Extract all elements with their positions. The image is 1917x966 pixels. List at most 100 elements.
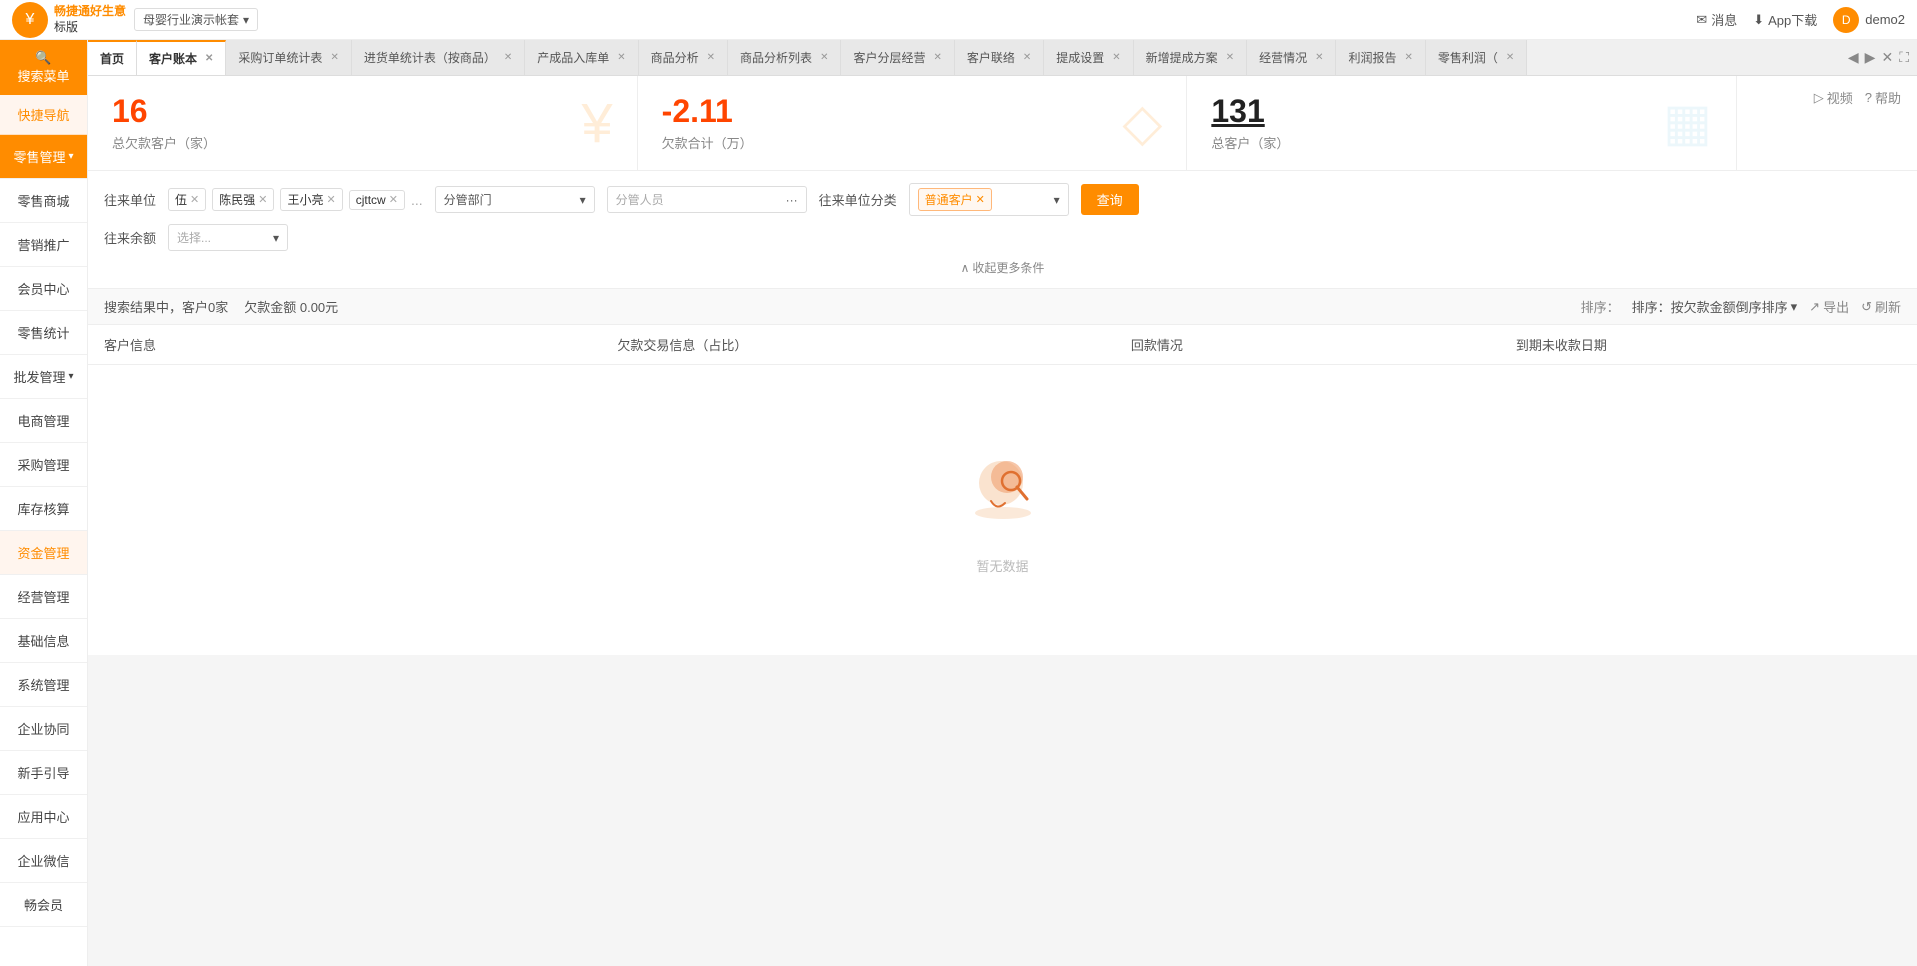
tab-customer-layer[interactable]: 客户分层经营 ✕ (841, 40, 954, 76)
unit-tags-more[interactable]: ... (411, 192, 423, 208)
collapse-btn[interactable]: ∧ 收起更多条件 (104, 259, 1901, 276)
sidebar-item-quick-nav[interactable]: 快捷导航 (0, 95, 87, 135)
unit-category-filter[interactable]: 普通客户 ✕ ▾ (909, 183, 1069, 216)
tab-customer-account[interactable]: 客户账本 ✕ (137, 40, 226, 76)
dept-filter-select[interactable]: 分管部门 ▾ (435, 186, 595, 213)
query-button[interactable]: 查询 (1081, 184, 1139, 215)
chevron-icon: ▾ (68, 151, 73, 162)
messages-label: 消息 (1711, 10, 1737, 29)
user-avatar: D (1833, 7, 1859, 33)
sidebar-item-enterprise-wechat[interactable]: 企业微信 (0, 839, 87, 883)
sidebar-item-operations-mgmt[interactable]: 经营管理 (0, 575, 87, 619)
tab-operations[interactable]: 经营情况 ✕ (1247, 40, 1336, 76)
unit-category-tag-close[interactable]: ✕ (976, 193, 985, 206)
sidebar-item-purchase[interactable]: 采购管理 (0, 443, 87, 487)
sidebar-item-retail-mall[interactable]: 零售商城 (0, 179, 87, 223)
table-col-repayment: 回款情况 (1131, 335, 1516, 354)
main-layout: 🔍 搜索菜单 快捷导航 零售管理 ▾ 零售商城 营销推广 会员中心 零售统计 批… (0, 40, 1917, 966)
results-bar: 搜索结果中，客户0家 欠款金额 0.00元 排序： 排序：按欠款金额倒序排序 ▾… (88, 289, 1917, 325)
tab-close-profit-report[interactable]: ✕ (1405, 52, 1413, 63)
export-btn[interactable]: ↗ 导出 (1809, 297, 1849, 316)
tab-close-purchase-order[interactable]: ✕ (330, 52, 338, 63)
results-bar-right: 排序： 排序：按欠款金额倒序排序 ▾ ↗ 导出 ↺ 刷新 (1581, 297, 1901, 316)
sidebar-item-app-center[interactable]: 应用中心 (0, 795, 87, 839)
refresh-btn[interactable]: ↺ 刷新 (1861, 297, 1901, 316)
sidebar-item-vip-member[interactable]: 畅会员 (0, 883, 87, 927)
unit-tag-1-close[interactable]: ✕ (190, 193, 199, 206)
sidebar-item-basic-info[interactable]: 基础信息 (0, 619, 87, 663)
tab-close-customer-account[interactable]: ✕ (205, 53, 213, 64)
tab-retail-profit[interactable]: 零售利润（ ✕ (1426, 40, 1527, 76)
table-header: 客户信息 欠款交易信息（占比） 回款情况 到期未收款日期 (88, 325, 1917, 365)
sidebar-item-enterprise-collab[interactable]: 企业协同 (0, 707, 87, 751)
tab-close-product-analysis-list[interactable]: ✕ (820, 52, 828, 63)
video-btn[interactable]: ▷ 视频 (1814, 88, 1853, 107)
table-area: 客户信息 欠款交易信息（占比） 回款情况 到期未收款日期 (88, 325, 1917, 655)
tab-promotion-settings[interactable]: 提成设置 ✕ (1044, 40, 1133, 76)
tab-close-operations[interactable]: ✕ (1315, 52, 1323, 63)
tab-expand-icon[interactable]: ⛶ (1899, 49, 1909, 66)
sidebar-item-ecommerce[interactable]: 电商管理 (0, 399, 87, 443)
tab-prev-icon[interactable]: ◀ (1848, 49, 1859, 66)
sidebar-item-finance[interactable]: 资金管理 (0, 531, 87, 575)
tab-close-new-promotion[interactable]: ✕ (1226, 52, 1234, 63)
tab-close-product-analysis[interactable]: ✕ (707, 52, 715, 63)
tab-new-promotion[interactable]: 新增提成方案 ✕ (1134, 40, 1247, 76)
sidebar-item-retail[interactable]: 零售管理 ▾ (0, 135, 87, 179)
help-btn[interactable]: ? 帮助 (1865, 88, 1901, 107)
results-bar-left: 搜索结果中，客户0家 欠款金额 0.00元 (104, 297, 338, 316)
sidebar-item-wholesale[interactable]: 批发管理 ▾ (0, 355, 87, 399)
tab-customer-layer-label: 客户分层经营 (853, 49, 925, 66)
sidebar-ecommerce-label: 电商管理 (17, 414, 69, 429)
tab-home-label: 首页 (100, 50, 124, 67)
balance-dropdown-icon: ▾ (273, 231, 279, 245)
account-selector[interactable]: 母婴行业演示帐套 ▾ (134, 8, 258, 31)
tab-profit-report-label: 利润报告 (1348, 49, 1396, 66)
tab-controls: ◀ ▶ ✕ ⛶ (1840, 49, 1917, 66)
sidebar-item-search[interactable]: 🔍 搜索菜单 (0, 40, 87, 95)
app-download-btn[interactable]: ⬇ App下载 (1753, 10, 1817, 29)
unit-tag-1: 伍 ✕ (168, 188, 206, 211)
sidebar-item-member[interactable]: 会员中心 (0, 267, 87, 311)
sidebar-item-inventory[interactable]: 库存核算 (0, 487, 87, 531)
table-col-customer-info: 客户信息 (104, 335, 617, 354)
tab-purchase-stats[interactable]: 进货单统计表（按商品） ✕ (352, 40, 525, 76)
unit-tag-4-close[interactable]: ✕ (389, 193, 398, 206)
tab-product-analysis[interactable]: 商品分析 ✕ (639, 40, 728, 76)
logo-sub-text: 标版 (54, 20, 126, 36)
unit-tag-2-close[interactable]: ✕ (258, 193, 267, 206)
tab-purchase-order[interactable]: 采购订单统计表 ✕ (226, 40, 351, 76)
tab-profit-report[interactable]: 利润报告 ✕ (1336, 40, 1425, 76)
tab-customer-contact[interactable]: 客户联络 ✕ (955, 40, 1044, 76)
tab-home[interactable]: 首页 (88, 40, 137, 76)
sidebar-item-system[interactable]: 系统管理 (0, 663, 87, 707)
messages-btn[interactable]: ✉ 消息 (1696, 10, 1737, 29)
tab-produce-instock[interactable]: 产成品入库单 ✕ (525, 40, 638, 76)
tab-close-customer-contact[interactable]: ✕ (1023, 52, 1031, 63)
amount-text: 欠款金额 0.00元 (244, 297, 338, 316)
sidebar-item-retail-stats[interactable]: 零售统计 (0, 311, 87, 355)
stat-icon-amount: ◇ (1122, 93, 1162, 153)
balance-filter-select[interactable]: 选择... ▾ (168, 224, 288, 251)
chevron-icon-wholesale: ▾ (68, 371, 73, 382)
tab-close-retail-profit[interactable]: ✕ (1506, 52, 1514, 63)
unit-tag-3-close[interactable]: ✕ (327, 193, 336, 206)
dept-filter-placeholder: 分管部门 (444, 191, 492, 208)
tab-close-all-icon[interactable]: ✕ (1881, 49, 1893, 66)
tab-close-customer-layer[interactable]: ✕ (933, 52, 941, 63)
tab-product-analysis-list[interactable]: 商品分析列表 ✕ (728, 40, 841, 76)
sort-select[interactable]: 排序：按欠款金额倒序排序 ▾ (1632, 297, 1798, 316)
tab-close-purchase-stats[interactable]: ✕ (504, 52, 512, 63)
tab-produce-instock-label: 产成品入库单 (537, 49, 609, 66)
user-info[interactable]: D demo2 (1833, 7, 1905, 33)
sidebar-item-new-guide[interactable]: 新手引导 (0, 751, 87, 795)
person-filter-input[interactable]: 分管人员 ··· (607, 186, 807, 213)
tab-next-icon[interactable]: ▶ (1865, 49, 1876, 66)
tab-close-promotion-settings[interactable]: ✕ (1112, 52, 1120, 63)
video-label: 视频 (1827, 88, 1853, 107)
sidebar-member-label: 会员中心 (17, 282, 69, 297)
stat-value-amount: -2.11 (662, 94, 733, 129)
stat-label-customers: 总欠款客户（家） (112, 133, 216, 152)
sidebar-item-marketing[interactable]: 营销推广 (0, 223, 87, 267)
tab-close-produce-instock[interactable]: ✕ (617, 52, 625, 63)
